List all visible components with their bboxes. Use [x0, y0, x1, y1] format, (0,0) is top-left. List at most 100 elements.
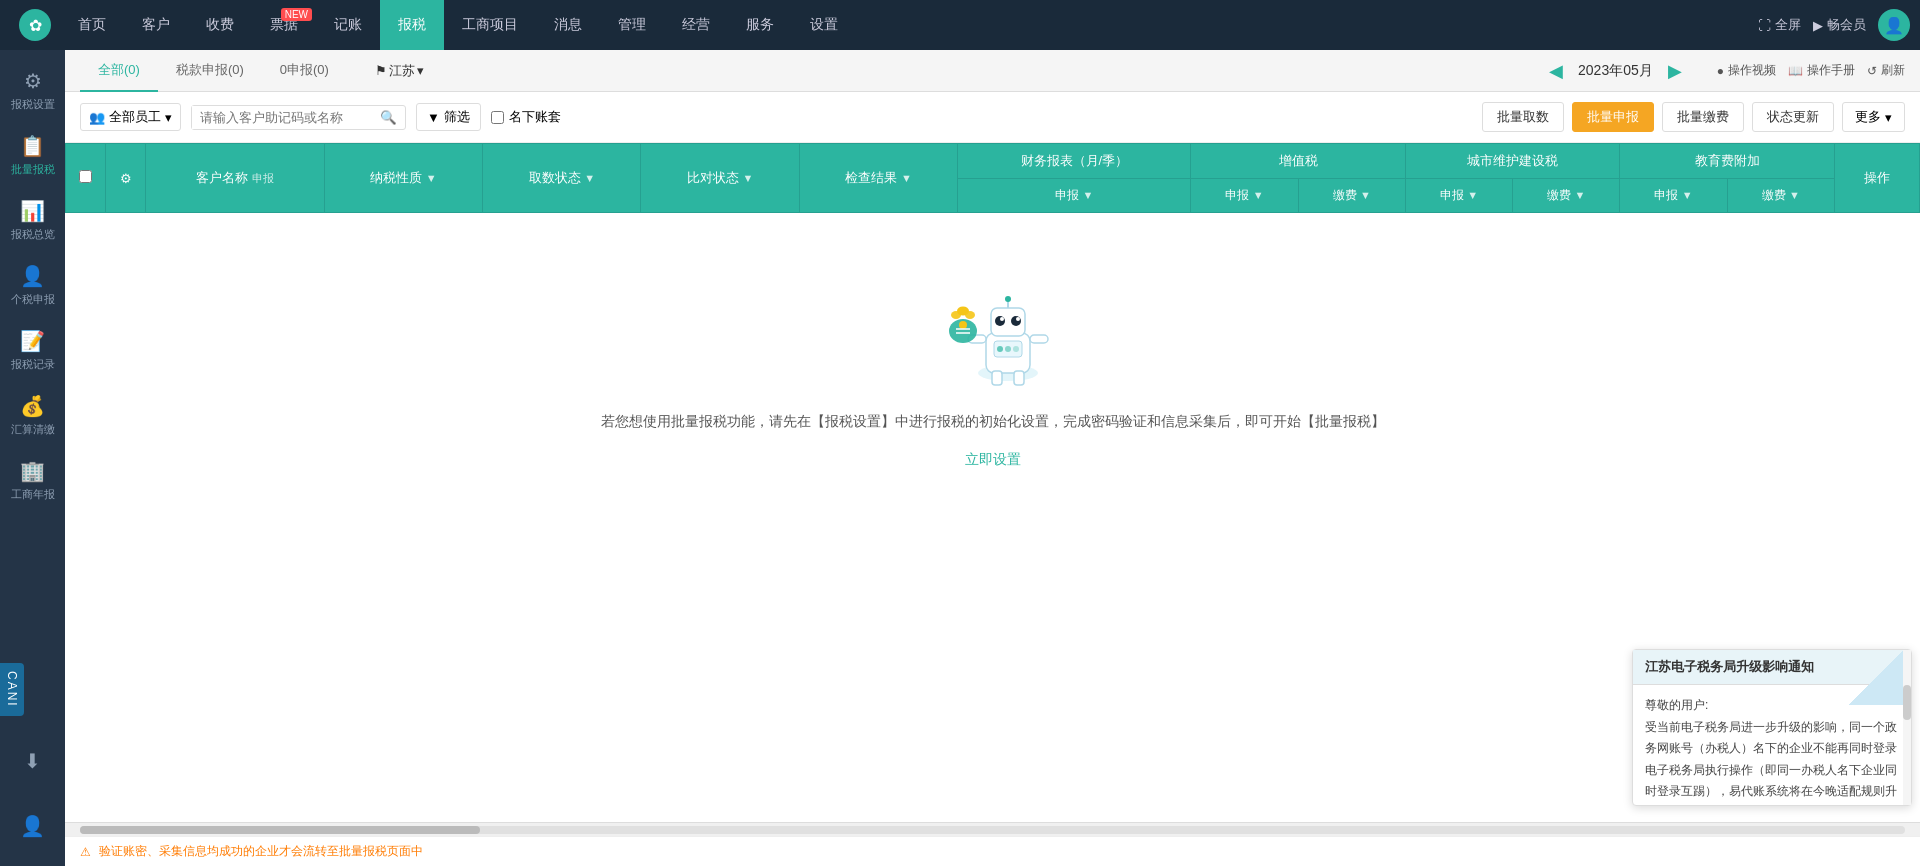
- nav-item-client[interactable]: 客户: [124, 0, 188, 50]
- batch-pay-btn[interactable]: 批量缴费: [1662, 102, 1744, 132]
- empty-state-row: 若您想使用批量报税功能，请先在【报税设置】中进行报税的初始化设置，完成密码验证和…: [66, 213, 1920, 530]
- sidebar-item-personal-tax[interactable]: 👤 个税申报: [3, 255, 63, 315]
- financial-declare-filter[interactable]: ▼: [1083, 189, 1094, 201]
- tab-tax-declare[interactable]: 税款申报(0): [158, 50, 262, 92]
- th-settings: ⚙: [106, 144, 146, 213]
- employee-select[interactable]: 👥 全部员工 ▾: [80, 103, 181, 131]
- svg-point-5: [1000, 317, 1004, 321]
- scroll-track[interactable]: [80, 826, 1905, 834]
- next-month-btn[interactable]: ▶: [1663, 59, 1687, 83]
- nav-item-service[interactable]: 服务: [728, 0, 792, 50]
- tab-zero-declare[interactable]: 0申报(0): [262, 50, 347, 92]
- nav-item-manage[interactable]: 管理: [600, 0, 664, 50]
- batch-declare-btn[interactable]: 批量申报: [1572, 102, 1654, 132]
- nav-item-accounting[interactable]: 记账: [316, 0, 380, 50]
- province-icon: ⚑: [375, 63, 387, 78]
- batch-fetch-btn[interactable]: 批量取数: [1482, 102, 1564, 132]
- empty-text: 若您想使用批量报税功能，请先在【报税设置】中进行报税的初始化设置，完成密码验证和…: [601, 413, 1385, 431]
- svg-point-22: [1005, 346, 1011, 352]
- nav-item-message[interactable]: 消息: [536, 0, 600, 50]
- nav-items: 首页 客户 收费 票据 NEW 记账 报税 工商项目 消息 管理 经营 服务 设…: [60, 0, 1758, 50]
- search-input[interactable]: [192, 106, 372, 129]
- fetch-status-filter-icon[interactable]: ▼: [584, 172, 595, 184]
- tax-records-icon: 📝: [20, 329, 45, 353]
- sidebar-item-download[interactable]: ⬇: [3, 731, 63, 791]
- search-input-wrap: 🔍: [191, 105, 406, 130]
- nav-item-settings[interactable]: 设置: [792, 0, 856, 50]
- nav-item-home[interactable]: 首页: [60, 0, 124, 50]
- status-update-btn[interactable]: 状态更新: [1752, 102, 1834, 132]
- tax-type-filter-icon[interactable]: ▼: [426, 172, 437, 184]
- toolbar: 👥 全部员工 ▾ 🔍 ▼ 筛选 名下账套 批量取数 批量申报 批量缴费 状态更新: [65, 92, 1920, 143]
- logo[interactable]: ✿: [10, 0, 60, 50]
- th-vat: 增值税: [1191, 144, 1406, 179]
- sidebar-item-batch-tax[interactable]: 📋 批量报税: [3, 125, 63, 185]
- download-icon: ⬇: [24, 749, 41, 773]
- refresh-btn[interactable]: ↺ 刷新: [1867, 62, 1905, 79]
- avatar[interactable]: 👤: [1878, 9, 1910, 41]
- search-button[interactable]: 🔍: [372, 106, 405, 129]
- nav-item-invoice[interactable]: 票据 NEW: [252, 0, 316, 50]
- th-vat-pay: 缴费 ▼: [1298, 179, 1405, 213]
- refresh-icon: ↺: [1867, 64, 1877, 78]
- svg-point-19: [965, 311, 975, 319]
- member-btn[interactable]: ▶ 畅会员: [1813, 16, 1866, 34]
- tabs-bar: 全部(0) 税款申报(0) 0申报(0) ⚑ 江苏 ▾ ◀ 2023年05月 ▶…: [65, 50, 1920, 92]
- edu-declare-filter[interactable]: ▼: [1682, 189, 1693, 201]
- scroll-thumb[interactable]: [80, 826, 480, 834]
- th-vat-declare: 申报 ▼: [1191, 179, 1298, 213]
- th-fetch-status: 取数状态 ▼: [483, 144, 641, 213]
- top-nav: ✿ 首页 客户 收费 票据 NEW 记账 报税 工商项目 消息 管理 经营 服务…: [0, 0, 1920, 50]
- th-financial-declare: 申报 ▼: [958, 179, 1191, 213]
- vat-declare-filter[interactable]: ▼: [1253, 189, 1264, 201]
- filter-btn[interactable]: ▼ 筛选: [416, 103, 481, 131]
- th-checkbox[interactable]: [66, 144, 106, 213]
- notif-text: 尊敬的用户: 受当前电子税务局进一步升级的影响，同一个政务网账号（办税人）名下的…: [1645, 695, 1899, 805]
- sidebar-item-tax-settings[interactable]: ⚙ 报税设置: [3, 60, 63, 120]
- tax-overview-icon: 📊: [20, 199, 45, 223]
- sidebar-item-user[interactable]: 👤: [3, 796, 63, 856]
- sidebar-bottom: ⬇ 👤: [3, 731, 63, 866]
- svg-point-14: [959, 321, 967, 329]
- notif-close-btn[interactable]: ×: [1890, 658, 1899, 676]
- svg-point-4: [1011, 316, 1021, 326]
- member-icon: ▶: [1813, 18, 1823, 33]
- logo-icon: ✿: [19, 9, 51, 41]
- sidebar-item-tax-overview[interactable]: 📊 报税总览: [3, 190, 63, 250]
- nav-item-operations[interactable]: 经营: [664, 0, 728, 50]
- select-all-checkbox[interactable]: [79, 170, 92, 183]
- fullscreen-btn[interactable]: ⛶ 全屏: [1758, 16, 1801, 34]
- name-accounts-input[interactable]: [491, 111, 504, 124]
- name-accounts-checkbox[interactable]: 名下账套: [491, 108, 561, 126]
- compare-status-filter-icon[interactable]: ▼: [743, 172, 754, 184]
- robot-illustration: [928, 273, 1058, 393]
- svg-point-23: [1013, 346, 1019, 352]
- check-result-filter-icon[interactable]: ▼: [901, 172, 912, 184]
- urban-pay-filter[interactable]: ▼: [1574, 189, 1585, 201]
- new-badge: NEW: [281, 8, 312, 21]
- sidebar-item-annual-report[interactable]: 🏢 工商年报: [3, 450, 63, 510]
- operation-video-btn[interactable]: ● 操作视频: [1717, 62, 1776, 79]
- setup-link[interactable]: 立即设置: [965, 451, 1021, 469]
- province-selector[interactable]: ⚑ 江苏 ▾: [367, 58, 432, 84]
- th-compare-status: 比对状态 ▼: [641, 144, 799, 213]
- filter-icon: ▼: [427, 110, 440, 125]
- video-icon: ●: [1717, 64, 1724, 78]
- empty-state: 若您想使用批量报税功能，请先在【报税设置】中进行报税的初始化设置，完成密码验证和…: [66, 213, 1920, 529]
- notif-scrollbar[interactable]: [1903, 650, 1911, 805]
- prev-month-btn[interactable]: ◀: [1544, 59, 1568, 83]
- vat-pay-filter[interactable]: ▼: [1360, 189, 1371, 201]
- th-tax-type: 纳税性质 ▼: [324, 144, 482, 213]
- more-btn[interactable]: 更多 ▾: [1842, 102, 1905, 132]
- nav-item-fee[interactable]: 收费: [188, 0, 252, 50]
- sidebar-item-tax-records[interactable]: 📝 报税记录: [3, 320, 63, 380]
- sidebar-item-annual-settlement[interactable]: 💰 汇算清缴: [3, 385, 63, 445]
- tab-all[interactable]: 全部(0): [80, 50, 158, 92]
- client-filter-icon[interactable]: 申报: [252, 172, 274, 184]
- nav-item-tax[interactable]: 报税: [380, 0, 444, 50]
- nav-right: ⛶ 全屏 ▶ 畅会员 👤: [1758, 9, 1910, 41]
- edu-pay-filter[interactable]: ▼: [1789, 189, 1800, 201]
- operation-manual-btn[interactable]: 📖 操作手册: [1788, 62, 1855, 79]
- nav-item-industrial[interactable]: 工商项目: [444, 0, 536, 50]
- urban-declare-filter[interactable]: ▼: [1467, 189, 1478, 201]
